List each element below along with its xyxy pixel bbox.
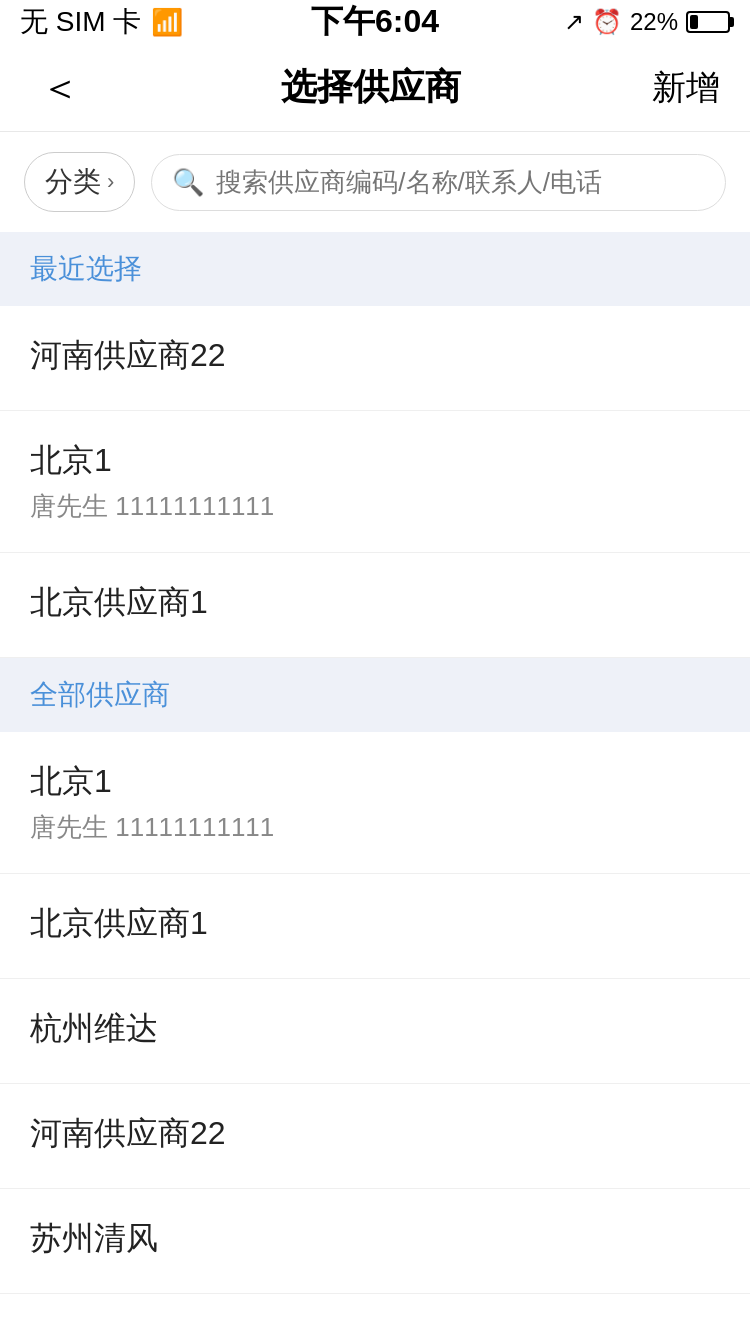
category-label: 分类 — [45, 163, 101, 201]
alarm-icon: ⏰ — [592, 8, 622, 36]
supplier-name: 北京供应商1 — [30, 902, 720, 946]
supplier-name: 杭州维达 — [30, 1007, 720, 1051]
supplier-contact: 唐先生 11111111111 — [30, 810, 720, 845]
supplier-contact: 唐先生 11111111111 — [30, 489, 720, 524]
page-title: 选择供应商 — [281, 63, 461, 112]
status-left: 无 SIM 卡 📶 — [20, 3, 183, 41]
list-item[interactable]: 河南供应商22 — [0, 306, 750, 411]
list-item[interactable]: 河南供应商22 — [0, 1084, 750, 1189]
sim-status: 无 SIM 卡 — [20, 3, 141, 41]
supplier-name: 北京1 — [30, 439, 720, 483]
section-header-text-all: 全部供应商 — [30, 679, 170, 710]
search-box: 🔍 — [151, 154, 726, 211]
list-item[interactable]: 苏州清风 — [0, 1189, 750, 1294]
search-icon: 🔍 — [172, 167, 204, 198]
list-item[interactable]: 北京1 唐先生 11111111111 — [0, 732, 750, 874]
list-item[interactable]: 北京供应商1 — [0, 553, 750, 658]
supplier-name: 北京供应商1 — [30, 581, 720, 625]
supplier-name: 河南供应商22 — [30, 1112, 720, 1156]
section-header-recent: 最近选择 — [0, 232, 750, 306]
location-icon: ↗ — [564, 8, 584, 36]
status-bar: 无 SIM 卡 📶 下午6:04 ↗ ⏰ 22% — [0, 0, 750, 44]
status-right: ↗ ⏰ 22% — [564, 8, 730, 36]
back-button[interactable]: ＜ — [30, 50, 90, 125]
battery-icon — [686, 11, 730, 33]
list-item[interactable]: 北京供应商1 — [0, 874, 750, 979]
battery-percent: 22% — [630, 8, 678, 36]
nav-bar: ＜ 选择供应商 新增 — [0, 44, 750, 132]
supplier-name: 河南供应商22 — [30, 334, 720, 378]
list-item[interactable]: 杭州维达 — [0, 979, 750, 1084]
search-input[interactable] — [216, 167, 705, 198]
category-button[interactable]: 分类 › — [24, 152, 135, 212]
chevron-right-icon: › — [107, 169, 114, 195]
supplier-name: 北京1 — [30, 760, 720, 804]
section-header-all: 全部供应商 — [0, 658, 750, 732]
section-header-text-recent: 最近选择 — [30, 253, 142, 284]
add-button[interactable]: 新增 — [652, 65, 720, 111]
status-time: 下午6:04 — [311, 0, 439, 44]
wifi-icon: 📶 — [151, 7, 183, 38]
sections-container: 最近选择河南供应商22 北京1 唐先生 11111111111 北京供应商1 全部供应商… — [0, 232, 750, 1294]
filter-bar: 分类 › 🔍 — [0, 132, 750, 232]
supplier-name: 苏州清风 — [30, 1217, 720, 1261]
list-item[interactable]: 北京1 唐先生 11111111111 — [0, 411, 750, 553]
